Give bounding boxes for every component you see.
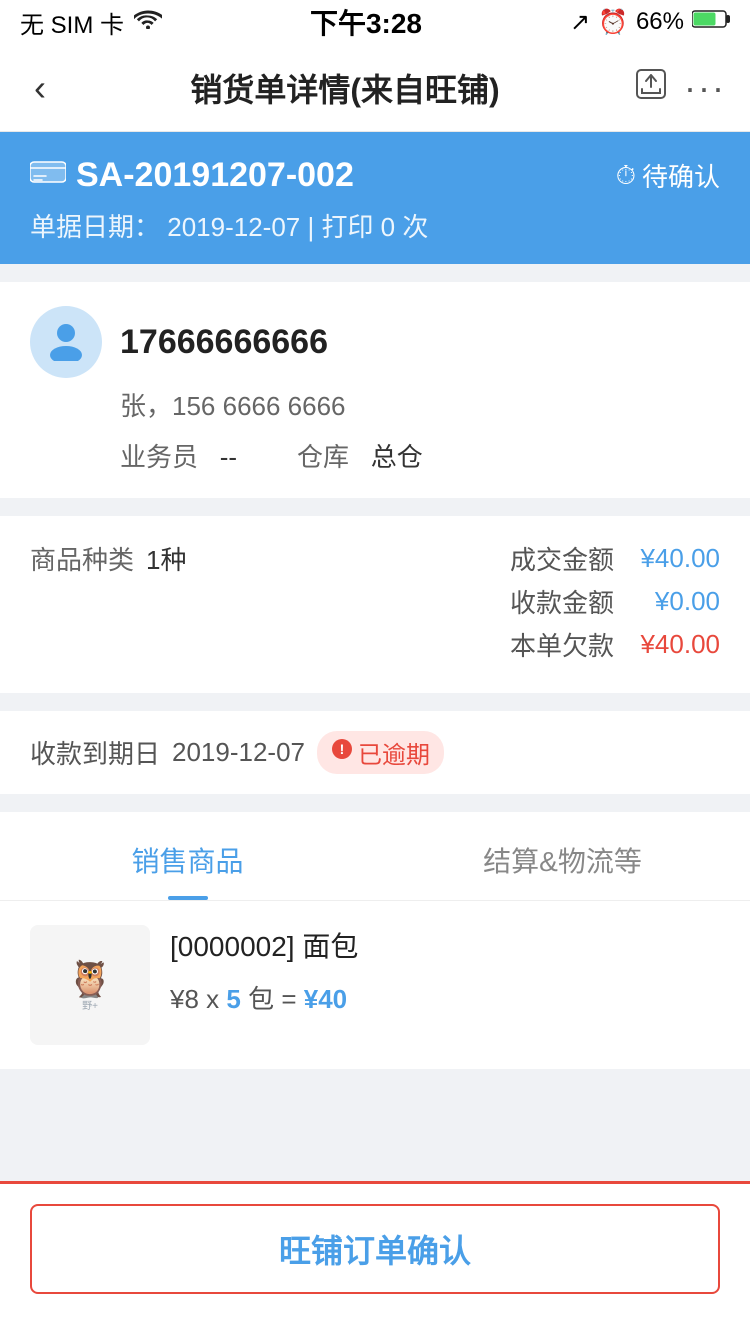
owed-label: 本单欠款: [510, 626, 614, 663]
order-number: SA-20191207-002: [76, 156, 354, 195]
amount-label: 成交金额: [510, 540, 614, 577]
date-label: 单据日期：: [30, 212, 160, 242]
sales-label: 业务员: [120, 442, 198, 472]
battery-icon: [692, 8, 730, 36]
customer-top-row: 17666666666: [30, 306, 720, 378]
received-label: 收款金额: [510, 583, 614, 620]
summary-left: 商品种类 1种: [30, 540, 186, 577]
tab-settlement-label: 结算&物流等: [483, 846, 642, 877]
status-text: 待确认: [642, 157, 720, 194]
due-date-section: 收款到期日 2019-12-07 ! 已逾期: [0, 711, 750, 794]
owed-row: 本单欠款 ¥40.00: [510, 626, 720, 663]
order-date-row: 单据日期： 2019-12-07 | 打印 0 次: [30, 207, 720, 244]
tabs-container: 销售商品 结算&物流等: [0, 812, 750, 901]
product-price-row: ¥8 x 5 包 = ¥40: [170, 979, 720, 1016]
share-icon[interactable]: [634, 67, 668, 109]
print-info: | 打印 0 次: [307, 212, 428, 242]
order-icon: [30, 156, 66, 195]
due-date-value: 2019-12-07: [172, 737, 305, 768]
tabs-row: 销售商品 结算&物流等: [0, 812, 750, 901]
tab-active-indicator: [168, 896, 208, 900]
location-icon: ↗: [570, 8, 590, 37]
product-qty: 5: [226, 984, 240, 1014]
bottom-bar: 旺铺订单确认: [0, 1181, 750, 1334]
price-unit: ¥8: [170, 984, 199, 1014]
order-status: ⏱ 待确认: [616, 157, 720, 194]
tab-sales-products[interactable]: 销售商品: [0, 812, 375, 900]
multiply-sign: x: [206, 984, 226, 1014]
nav-bar: ‹ 销货单详情(来自旺铺) ···: [0, 44, 750, 132]
due-date-label: 收款到期日: [30, 734, 160, 771]
status-left: 无 SIM 卡: [20, 5, 162, 40]
status-right: ↗ ⏰ 66%: [570, 8, 730, 37]
product-kind-label: 商品种类: [30, 540, 134, 577]
avatar-icon: [44, 317, 88, 368]
received-row: 收款金额 ¥0.00: [510, 583, 720, 620]
owed-value: ¥40.00: [630, 629, 720, 660]
amount-row: 成交金额 ¥40.00: [510, 540, 720, 577]
customer-name: 张，156 6666 6666: [120, 386, 720, 423]
product-kind-value: 1种: [146, 540, 186, 577]
order-banner: SA-20191207-002 ⏱ 待确认 单据日期： 2019-12-07 |…: [0, 132, 750, 264]
received-value: ¥0.00: [630, 586, 720, 617]
tab-sales-label: 销售商品: [131, 846, 243, 877]
product-total: ¥40: [304, 984, 347, 1014]
product-name: [0000002] 面包: [170, 925, 720, 965]
nav-actions: ···: [634, 67, 726, 109]
warehouse-value: 总仓: [371, 442, 423, 472]
sim-label: 无 SIM 卡: [20, 5, 124, 40]
svg-text:!: !: [340, 741, 345, 757]
product-thumbnail: 🦉 野+: [30, 925, 150, 1045]
amount-value: ¥40.00: [630, 543, 720, 574]
customer-meta: 业务员 -- 仓库 总仓: [120, 437, 720, 474]
status-bar: 无 SIM 卡 下午3:28 ↗ ⏰ 66%: [0, 0, 750, 44]
product-title: 面包: [302, 931, 358, 962]
tab-settlement[interactable]: 结算&物流等: [375, 812, 750, 900]
equals-sign: =: [281, 984, 303, 1014]
confirm-order-button[interactable]: 旺铺订单确认: [30, 1204, 720, 1294]
product-info: [0000002] 面包 ¥8 x 5 包 = ¥40: [170, 925, 720, 1016]
order-id: SA-20191207-002: [30, 156, 354, 195]
status-clock-icon: ⏱: [616, 160, 636, 192]
confirm-btn-label: 旺铺订单确认: [279, 1226, 471, 1272]
more-icon[interactable]: ···: [684, 67, 726, 109]
sales-value: --: [220, 442, 237, 472]
summary-right: 成交金额 ¥40.00 收款金额 ¥0.00 本单欠款 ¥40.00: [510, 540, 720, 669]
battery-label: 66%: [636, 8, 684, 36]
order-id-row: SA-20191207-002 ⏱ 待确认: [30, 156, 720, 195]
page-title: 销货单详情(来自旺铺): [190, 65, 499, 111]
wifi-icon: [134, 8, 162, 36]
customer-phone: 17666666666: [120, 323, 328, 362]
avatar: [30, 306, 102, 378]
warning-icon: !: [331, 738, 353, 767]
svg-text:野+: 野+: [82, 1000, 98, 1012]
date-value: 2019-12-07: [167, 212, 300, 242]
product-section: 🦉 野+ [0000002] 面包 ¥8 x 5 包 = ¥40: [0, 901, 750, 1069]
summary-row: 商品种类 1种 成交金额 ¥40.00 收款金额 ¥0.00 本单欠款 ¥40.…: [30, 540, 720, 669]
summary-section: 商品种类 1种 成交金额 ¥40.00 收款金额 ¥0.00 本单欠款 ¥40.…: [0, 516, 750, 693]
product-kind-row: 商品种类 1种: [30, 540, 186, 577]
status-time: 下午3:28: [310, 2, 422, 42]
back-button[interactable]: ‹: [24, 57, 56, 119]
product-code: [0000002]: [170, 931, 295, 962]
customer-section: 17666666666 张，156 6666 6666 业务员 -- 仓库 总仓: [0, 282, 750, 498]
alarm-icon: ⏰: [598, 8, 628, 37]
product-item: 🦉 野+ [0000002] 面包 ¥8 x 5 包 = ¥40: [0, 901, 750, 1069]
overdue-badge: ! 已逾期: [317, 731, 444, 774]
product-unit: 包: [248, 984, 274, 1014]
warehouse-label: 仓库: [297, 442, 349, 472]
svg-text:🦉: 🦉: [68, 958, 113, 999]
overdue-text: 已逾期: [358, 735, 430, 770]
